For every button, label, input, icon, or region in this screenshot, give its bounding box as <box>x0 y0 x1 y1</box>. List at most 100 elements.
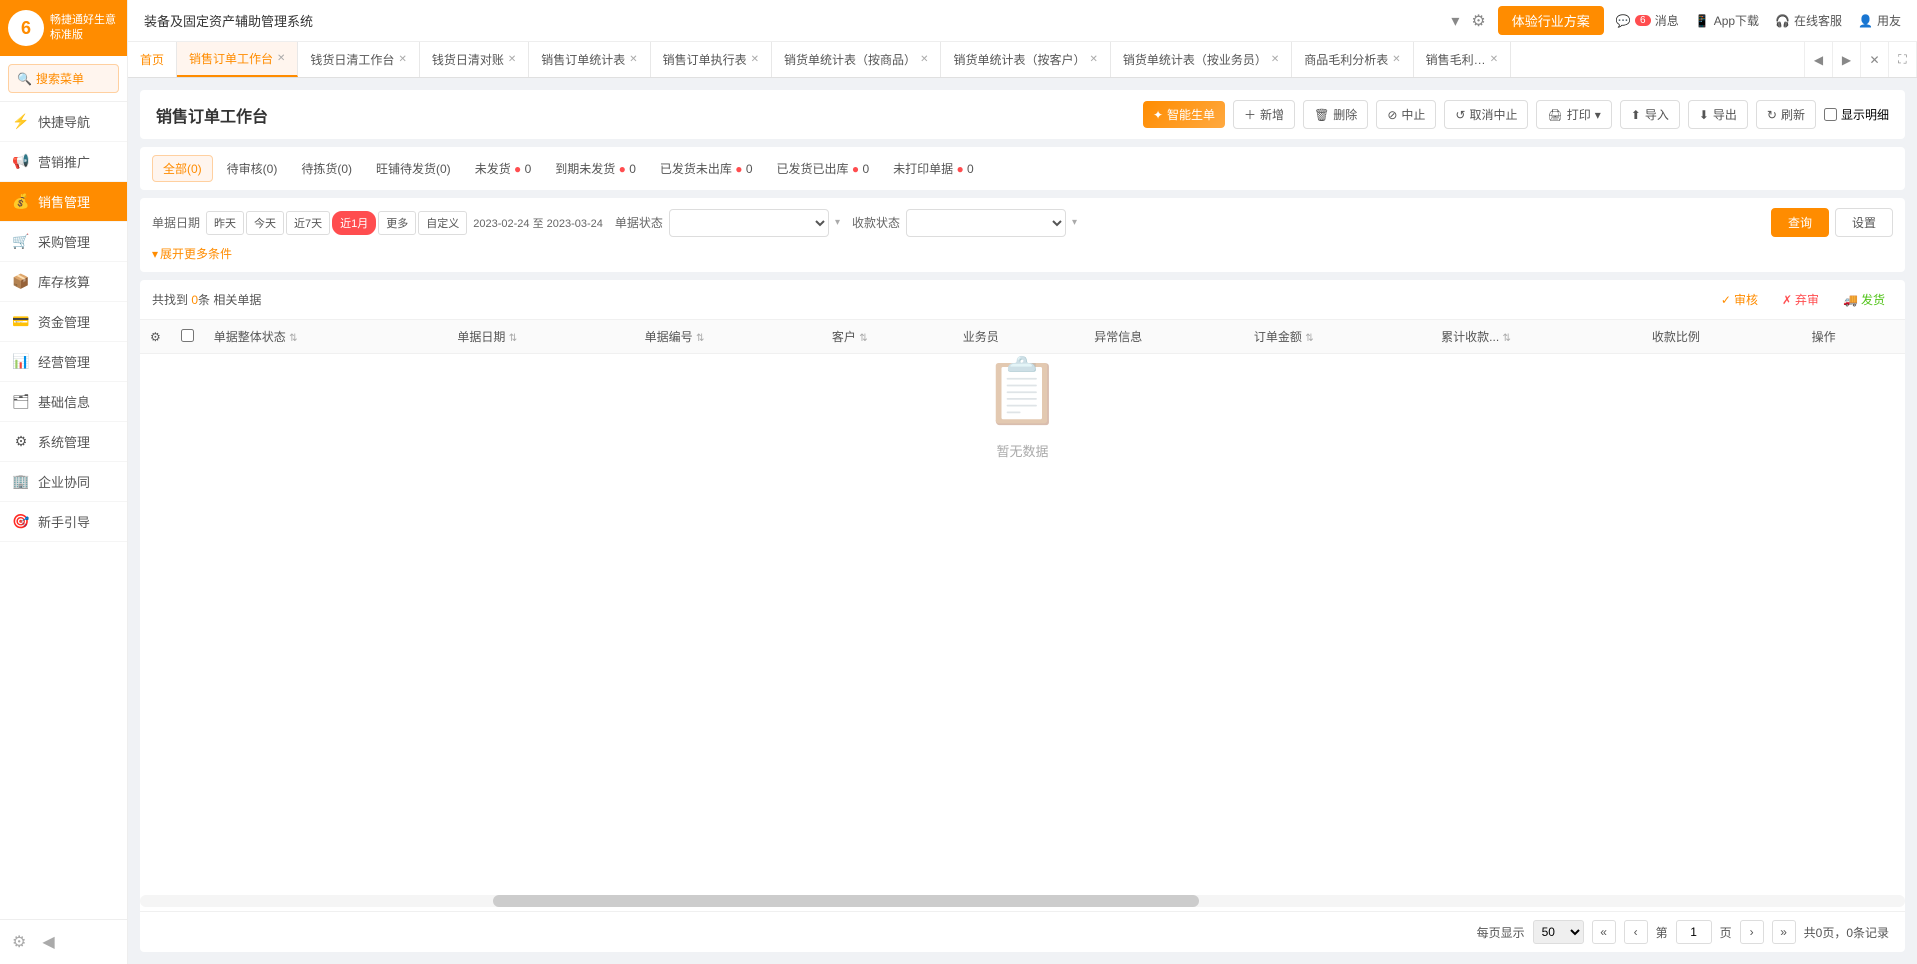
settings-query-button[interactable]: 设置 <box>1835 208 1893 237</box>
settings-footer-icon[interactable]: ⚙ <box>12 932 26 952</box>
sidebar-item-marketing[interactable]: 📢 营销推广 <box>0 142 127 182</box>
online-service-button[interactable]: 🎧 在线客服 <box>1775 12 1842 29</box>
system-title: 装备及固定资产辅助管理系统 <box>144 11 1439 30</box>
page-number-input[interactable] <box>1676 920 1712 944</box>
export-button[interactable]: ⬇ 导出 <box>1688 100 1748 129</box>
reject-button[interactable]: ✗ 弃审 <box>1774 288 1827 311</box>
show-detail-checkbox[interactable] <box>1824 108 1837 121</box>
app-download-button[interactable]: 📱 App下载 <box>1695 12 1759 29</box>
tab-close-cash-daily[interactable]: ✕ <box>398 54 406 65</box>
sidebar-item-enterprise[interactable]: 🏢 企业协同 <box>0 462 127 502</box>
horizontal-scrollbar[interactable] <box>140 895 1905 907</box>
tab-cash-reconcile[interactable]: 钱货日清对账 ✕ <box>420 42 529 77</box>
tab-close-sales-stats[interactable]: ✕ <box>629 54 637 65</box>
th-amount[interactable]: 订单金额 ⇅ <box>1244 320 1431 354</box>
search-button[interactable]: 查询 <box>1771 208 1829 237</box>
ship-button[interactable]: 🚚 发货 <box>1835 288 1893 311</box>
sidebar-item-newbie[interactable]: 🎯 新手引导 <box>0 502 127 542</box>
tab-scroll-right-button[interactable]: ▶ <box>1833 42 1861 78</box>
prev-page-button[interactable]: ‹ <box>1624 920 1648 944</box>
scrollbar-thumb[interactable] <box>493 895 1199 907</box>
filter-tab-pending-review[interactable]: 待审核(0) <box>217 156 288 181</box>
cancel-stop-button[interactable]: ↺ 取消中止 <box>1444 100 1528 129</box>
search-menu-button[interactable]: 🔍 搜索菜单 <box>8 64 119 93</box>
tab-home[interactable]: 首页 <box>128 42 177 77</box>
th-customer[interactable]: 客户 ⇅ <box>822 320 953 354</box>
select-all-checkbox[interactable] <box>181 329 194 342</box>
date-btn-7days[interactable]: 近7天 <box>286 211 330 235</box>
expand-conditions-button[interactable]: ▾ 展开更多条件 <box>152 245 1893 262</box>
sidebar-item-operations[interactable]: 📊 经营管理 <box>0 342 127 382</box>
tab-close-sales-order[interactable]: ✕ <box>277 53 285 64</box>
sidebar-item-system[interactable]: ⚙ 系统管理 <box>0 422 127 462</box>
tab-sales-margin[interactable]: 销售毛利… ✕ <box>1414 42 1511 77</box>
tab-close-gross-profit[interactable]: ✕ <box>1392 54 1400 65</box>
next-page-button[interactable]: › <box>1740 920 1764 944</box>
print-button[interactable]: 🖨 打印 ▾ <box>1536 100 1611 129</box>
topbar-settings-icon[interactable]: ⚙ <box>1471 11 1485 31</box>
payment-select[interactable] <box>906 209 1066 237</box>
delete-button[interactable]: 🗑 删除 <box>1303 100 1368 129</box>
th-collected[interactable]: 累计收款... ⇅ <box>1431 320 1642 354</box>
refresh-button[interactable]: ↻ 刷新 <box>1756 100 1816 129</box>
filter-tab-shipped-not-outbound[interactable]: 已发货未出库 ● 0 <box>650 156 763 181</box>
th-number[interactable]: 单据编号 ⇅ <box>635 320 822 354</box>
enterprise-icon: 🏢 <box>12 473 30 491</box>
tab-close-cash-reconcile[interactable]: ✕ <box>508 54 516 65</box>
tab-cash-daily[interactable]: 钱货日清工作台 ✕ <box>298 42 419 77</box>
tab-sales-by-staff[interactable]: 销货单统计表（按业务员） ✕ <box>1111 42 1292 77</box>
tab-close-sales-exec[interactable]: ✕ <box>751 54 759 65</box>
sidebar-item-sales[interactable]: 💰 销售管理 <box>0 182 127 222</box>
quick-nav-icon: ⚡ <box>12 113 30 131</box>
tab-close-all-button[interactable]: ✕ <box>1861 42 1889 78</box>
tab-sales-by-product[interactable]: 销货单统计表（按商品） ✕ <box>772 42 941 77</box>
show-detail-checkbox-label[interactable]: 显示明细 <box>1824 106 1889 123</box>
tab-close-sales-by-product[interactable]: ✕ <box>920 54 928 65</box>
date-btn-today[interactable]: 今天 <box>246 211 284 235</box>
tab-close-sales-by-customer[interactable]: ✕ <box>1089 54 1097 65</box>
filter-tab-not-printed[interactable]: 未打印单据 ● 0 <box>883 156 984 181</box>
tab-close-sales-margin[interactable]: ✕ <box>1490 54 1498 65</box>
sidebar-item-inventory[interactable]: 📦 库存核算 <box>0 262 127 302</box>
filter-tab-all[interactable]: 全部(0) <box>152 155 213 182</box>
th-date[interactable]: 单据日期 ⇅ <box>447 320 634 354</box>
user-button[interactable]: 👤 用友 <box>1858 12 1901 29</box>
first-page-button[interactable]: « <box>1592 920 1616 944</box>
filter-tab-shipped-outbound[interactable]: 已发货已出库 ● 0 <box>767 156 880 181</box>
topbar-dropdown-icon[interactable]: ▾ <box>1451 11 1459 31</box>
tab-sales-order-workspace[interactable]: 销售订单工作台 ✕ <box>177 42 298 77</box>
approve-button[interactable]: ✓ 审核 <box>1713 288 1766 311</box>
tab-maximize-button[interactable]: ⛶ <box>1889 42 1917 78</box>
tab-sales-by-customer[interactable]: 销货单统计表（按客户） ✕ <box>941 42 1110 77</box>
tab-gross-profit[interactable]: 商品毛利分析表 ✕ <box>1292 42 1413 77</box>
date-btn-yesterday[interactable]: 昨天 <box>206 211 244 235</box>
filter-tab-pending-pick[interactable]: 待拣货(0) <box>291 156 362 181</box>
add-button[interactable]: ＋ 新增 <box>1233 100 1295 129</box>
tab-scroll-left-button[interactable]: ◀ <box>1805 42 1833 78</box>
message-button[interactable]: 💬 6 消息 <box>1616 12 1679 29</box>
table-scroll-area[interactable]: ⚙ 单据整体状态 ⇅ 单据日期 ⇅ <box>140 320 1905 891</box>
date-btn-custom[interactable]: 自定义 <box>418 211 467 235</box>
date-btn-1month[interactable]: 近1月 <box>332 211 376 235</box>
filter-tab-not-shipped[interactable]: 未发货 ● 0 <box>465 156 542 181</box>
collapse-sidebar-icon[interactable]: ◀ <box>42 932 54 952</box>
tab-close-sales-by-staff[interactable]: ✕ <box>1271 54 1279 65</box>
industry-solution-button[interactable]: 体验行业方案 <box>1498 6 1604 35</box>
filter-tab-overdue-not-shipped[interactable]: 到期未发货 ● 0 <box>545 156 646 181</box>
ai-generate-button[interactable]: ✦ 智能生单 <box>1143 101 1225 128</box>
tab-sales-exec[interactable]: 销售订单执行表 ✕ <box>651 42 772 77</box>
last-page-button[interactable]: » <box>1772 920 1796 944</box>
filter-tab-wangpu-pending[interactable]: 旺铺待发货(0) <box>366 156 461 181</box>
date-btn-more[interactable]: 更多 <box>378 211 416 235</box>
page-size-select[interactable]: 50 10 20 100 <box>1533 920 1584 944</box>
column-settings-icon[interactable]: ⚙ <box>150 330 161 344</box>
sidebar-item-purchase[interactable]: 🛒 采购管理 <box>0 222 127 262</box>
sidebar-item-finance[interactable]: 💳 资金管理 <box>0 302 127 342</box>
sidebar-item-basic[interactable]: 🗂 基础信息 <box>0 382 127 422</box>
tab-sales-stats[interactable]: 销售订单统计表 ✕ <box>529 42 650 77</box>
sidebar-item-quick-nav[interactable]: ⚡ 快捷导航 <box>0 102 127 142</box>
status-select[interactable] <box>669 209 829 237</box>
import-button[interactable]: ⬆ 导入 <box>1620 100 1680 129</box>
delete-icon: 🗑 <box>1314 108 1329 122</box>
stop-button[interactable]: ⊘ 中止 <box>1376 100 1436 129</box>
